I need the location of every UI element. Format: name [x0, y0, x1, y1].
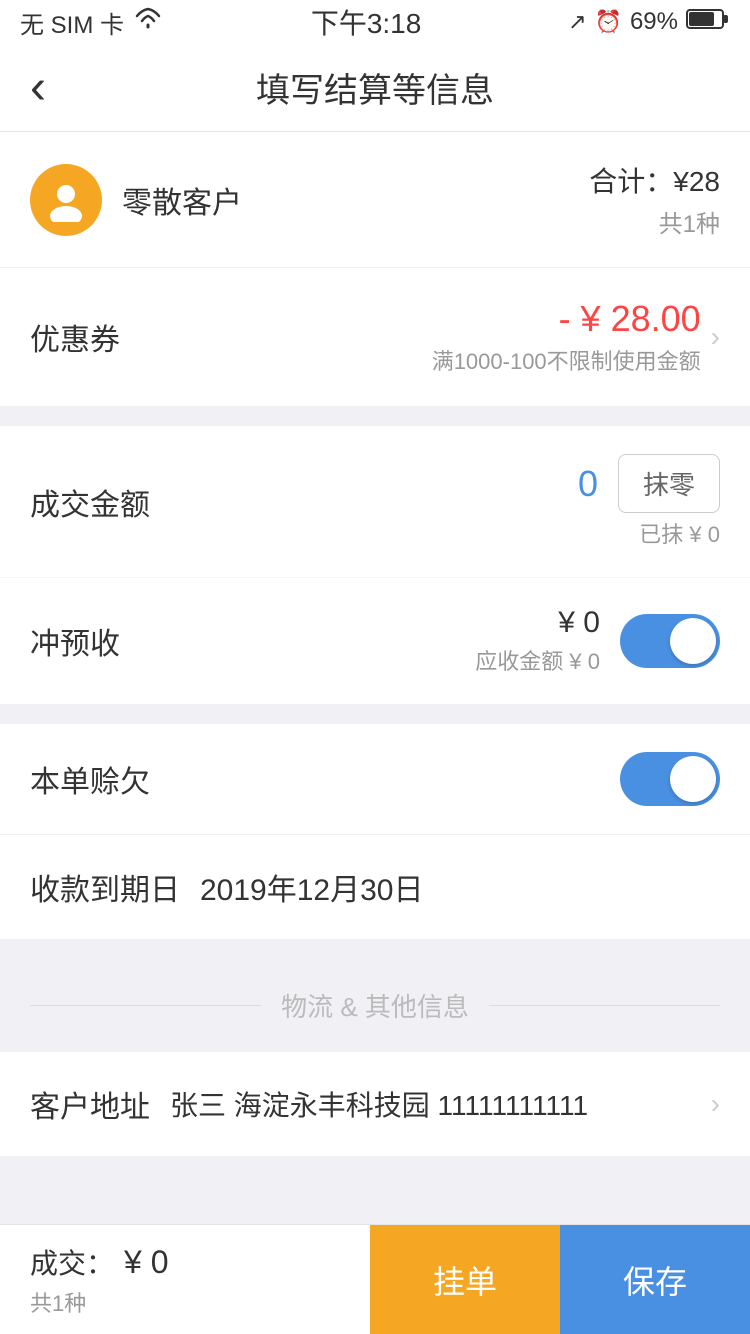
prepayment-right-inner: ¥ 0 应收金额 ¥ 0	[475, 606, 600, 676]
address-card: 客户地址 张三 海淀永丰科技园 11111111111 ›	[0, 1052, 750, 1156]
battery-icon	[686, 7, 730, 38]
customer-name: 零散客户	[122, 178, 242, 222]
nav-bar: ‹ 填写结算等信息	[0, 44, 750, 132]
coupon-chevron-icon: ›	[711, 321, 720, 353]
status-bar: 无 SIM 卡 下午3:18 ↗ ⏰ 69%	[0, 0, 750, 44]
logistics-divider: 物流 & 其他信息	[0, 959, 750, 1052]
customer-card: 零散客户 合计：¥28 共1种 优惠券 - ¥ 28.00 满1000-100不…	[0, 132, 750, 406]
coupon-right: - ¥ 28.00 满1000-100不限制使用金额 ›	[432, 298, 720, 376]
credit-toggle-knob	[670, 756, 716, 802]
address-value: 张三 海淀永丰科技园 11111111111	[170, 1084, 711, 1124]
deal-amount-right: 0 抹零 已抹 ¥ 0	[558, 454, 720, 549]
sim-status: 无 SIM 卡	[20, 5, 124, 40]
coupon-label: 优惠券	[30, 315, 120, 359]
status-left: 无 SIM 卡	[20, 5, 164, 40]
customer-total: 合计：¥28	[589, 160, 720, 200]
alarm-icon: ⏰	[595, 9, 622, 35]
credit-card: 本单赊欠 收款到期日 2019年12月30日	[0, 724, 750, 939]
battery-text: 69%	[630, 8, 678, 36]
credit-toggle[interactable]	[620, 752, 720, 806]
credit-row: 本单赊欠	[0, 724, 750, 834]
deal-amount-label: 成交金额	[30, 480, 150, 524]
page-title: 填写结算等信息	[256, 63, 494, 112]
toggle-knob	[670, 618, 716, 664]
prepayment-sub: 应收金额 ¥ 0	[475, 644, 600, 676]
credit-label: 本单赊欠	[30, 757, 150, 801]
address-chevron-icon: ›	[711, 1088, 720, 1120]
bottom-deal-row: 成交： ¥ 0	[30, 1242, 340, 1282]
customer-count: 共1种	[589, 204, 720, 239]
coupon-right-inner: - ¥ 28.00 满1000-100不限制使用金额	[432, 298, 701, 376]
prepayment-right: ¥ 0 应收金额 ¥ 0	[475, 606, 720, 676]
save-button[interactable]: 保存	[560, 1225, 750, 1334]
coupon-row[interactable]: 优惠券 - ¥ 28.00 满1000-100不限制使用金额 ›	[0, 267, 750, 406]
prepayment-toggle[interactable]	[620, 614, 720, 668]
bottom-deal-label: 成交：	[30, 1242, 114, 1282]
prepayment-amount: ¥ 0	[475, 606, 600, 640]
deal-amount-sub: 已抹 ¥ 0	[558, 517, 720, 549]
bottom-count: 共1种	[30, 1286, 340, 1318]
customer-right: 合计：¥28 共1种	[589, 160, 720, 239]
round-up-button[interactable]: 抹零	[618, 454, 720, 513]
customer-left: 零散客户	[30, 164, 242, 236]
bottom-deal-amount: ¥ 0	[124, 1244, 168, 1281]
location-icon: ↗	[568, 9, 586, 35]
address-row[interactable]: 客户地址 张三 海淀永丰科技园 11111111111 ›	[0, 1052, 750, 1156]
logistics-line: 物流 & 其他信息	[30, 987, 720, 1024]
status-time: 下午3:18	[311, 2, 422, 42]
coupon-desc: 满1000-100不限制使用金额	[432, 344, 701, 376]
coupon-amount: - ¥ 28.00	[432, 298, 701, 340]
deal-card: 成交金额 0 抹零 已抹 ¥ 0 冲预收 ¥ 0 应收金额 ¥ 0	[0, 426, 750, 704]
address-label: 客户地址	[30, 1082, 150, 1126]
deal-amount-row: 成交金额 0 抹零 已抹 ¥ 0	[0, 426, 750, 578]
customer-row: 零散客户 合计：¥28 共1种	[0, 132, 750, 267]
due-date-row: 收款到期日 2019年12月30日	[0, 834, 750, 939]
prepayment-label: 冲预收	[30, 619, 120, 663]
due-date-label: 收款到期日	[30, 865, 180, 909]
bottom-summary: 成交： ¥ 0 共1种	[0, 1242, 370, 1318]
deal-amount-value[interactable]: 0	[558, 463, 598, 505]
logistics-label: 物流 & 其他信息	[281, 987, 469, 1024]
due-date-value: 2019年12月30日	[200, 865, 423, 909]
prepayment-row: 冲预收 ¥ 0 应收金额 ¥ 0	[0, 578, 750, 704]
wifi-icon	[132, 7, 164, 38]
back-button[interactable]: ‹	[30, 60, 46, 115]
status-right: ↗ ⏰ 69%	[568, 7, 730, 38]
content: 零散客户 合计：¥28 共1种 优惠券 - ¥ 28.00 满1000-100不…	[0, 132, 750, 1296]
bottom-bar: 成交： ¥ 0 共1种 挂单 保存	[0, 1224, 750, 1334]
hang-button[interactable]: 挂单	[370, 1225, 560, 1334]
customer-avatar	[30, 164, 102, 236]
